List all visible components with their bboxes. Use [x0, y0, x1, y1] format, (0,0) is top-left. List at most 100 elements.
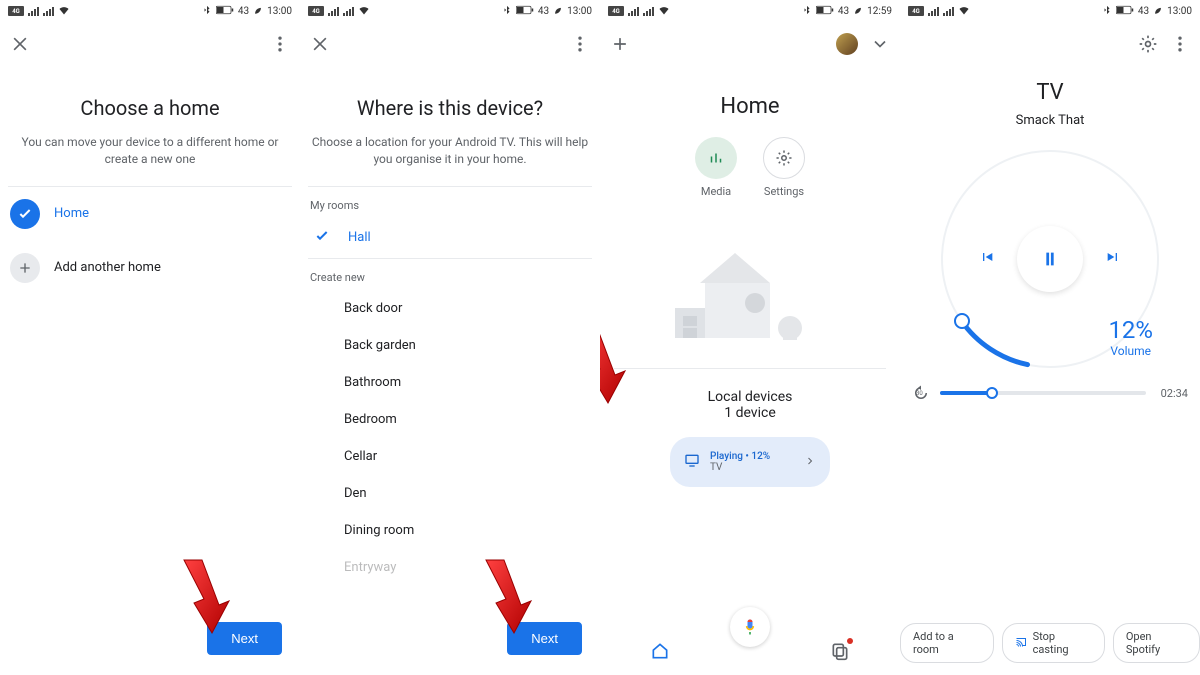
plus-icon: [10, 253, 40, 283]
replay-30-icon[interactable]: 30: [912, 384, 930, 402]
room-option[interactable]: Den: [300, 475, 600, 512]
add-icon[interactable]: [610, 34, 630, 54]
bluetooth-icon: [1102, 5, 1112, 18]
chip-stop-casting[interactable]: Stop casting: [1002, 623, 1105, 663]
add-home-option[interactable]: Add another home: [0, 241, 300, 295]
close-icon[interactable]: [310, 34, 330, 54]
action-chips: Add to a room Stop casting Open Spotify: [900, 623, 1200, 663]
room-option[interactable]: Entryway: [300, 549, 600, 586]
battery-icon: [816, 5, 834, 18]
room-option[interactable]: Bathroom: [300, 364, 600, 401]
battery-icon: [516, 5, 534, 18]
device-line1: Playing • 12%: [710, 451, 794, 462]
chip-label: Add to a room: [913, 630, 981, 656]
seek-row: 30 02:34: [900, 384, 1200, 402]
close-icon[interactable]: [10, 34, 30, 54]
track-title: Smack That: [900, 113, 1200, 128]
device-line2: TV: [710, 462, 794, 473]
screen-choose-home: 4G 43 13:00: [0, 0, 300, 675]
room-option[interactable]: Cellar: [300, 438, 600, 475]
page-title: Where is this device?: [300, 96, 600, 120]
seek-bar[interactable]: [940, 391, 1146, 395]
wifi-icon: [958, 4, 970, 19]
chip-add-room[interactable]: Add to a room: [900, 623, 994, 663]
prev-track-icon[interactable]: [979, 249, 995, 269]
home-option-label: Home: [54, 206, 89, 221]
seek-fill: [940, 391, 992, 395]
check-icon: [314, 228, 334, 248]
media-icon: [695, 137, 737, 179]
room-option[interactable]: Back garden: [300, 327, 600, 364]
clock: 12:59: [867, 6, 892, 17]
clock: 13:00: [267, 6, 292, 17]
volume-knob-icon[interactable]: [954, 313, 970, 329]
media-label: Media: [701, 185, 731, 198]
chip-open-spotify[interactable]: Open Spotify: [1113, 623, 1200, 663]
wifi-icon: [658, 4, 670, 19]
signal-icon: [328, 6, 339, 16]
nav-home-icon[interactable]: [650, 641, 670, 665]
device-card-text: Playing • 12% TV: [710, 451, 794, 473]
home-option-selected[interactable]: Home: [0, 187, 300, 241]
home-shortcuts: Media Settings: [600, 137, 900, 198]
next-button[interactable]: Next: [507, 622, 582, 655]
status-bar: 4G 43 13:00: [300, 0, 600, 22]
settings-label: Settings: [764, 185, 804, 198]
screen-tv-remote: 4G 43 13:00: [900, 0, 1200, 675]
notification-dot-icon: [847, 638, 853, 644]
leaf-icon: [853, 5, 863, 18]
room-option[interactable]: Bedroom: [300, 401, 600, 438]
page-title: Choose a home: [0, 96, 300, 120]
more-icon[interactable]: [1170, 34, 1190, 54]
settings-shortcut[interactable]: Settings: [763, 137, 805, 198]
next-button[interactable]: Next: [207, 622, 282, 655]
replay-secs: 30: [916, 390, 923, 397]
battery-icon: [1116, 5, 1134, 18]
network-badge-icon: 4G: [908, 6, 924, 16]
device-card-tv[interactable]: Playing • 12% TV: [670, 437, 830, 487]
media-shortcut[interactable]: Media: [695, 137, 737, 198]
signal-icon: [628, 6, 639, 16]
house-illustration: [600, 228, 900, 348]
network-badge-icon: 4G: [8, 6, 24, 16]
leaf-icon: [253, 5, 263, 18]
app-bar: [900, 22, 1200, 66]
chevron-right-icon: [804, 455, 816, 470]
chip-label: Stop casting: [1033, 630, 1092, 656]
network-badge-icon: 4G: [608, 6, 624, 16]
avatar[interactable]: [836, 33, 858, 55]
room-option[interactable]: Dining room: [300, 512, 600, 549]
chevron-down-icon[interactable]: [870, 34, 890, 54]
cast-icon: [1015, 636, 1027, 651]
signal-icon: [28, 6, 39, 16]
nav-activity-icon[interactable]: [830, 641, 850, 665]
volume-dial[interactable]: 12% Volume: [935, 144, 1165, 374]
room-hall-selected[interactable]: Hall: [300, 218, 600, 258]
chip-label: Open Spotify: [1126, 630, 1187, 656]
device-title: TV: [900, 80, 1200, 105]
bluetooth-icon: [502, 5, 512, 18]
volume-pct: 12%: [1108, 316, 1153, 344]
clock: 13:00: [567, 6, 592, 17]
room-option[interactable]: Back door: [300, 290, 600, 327]
signal-icon-2: [343, 6, 354, 16]
room-label: Hall: [348, 230, 371, 245]
content: Choose a home You can move your device t…: [0, 66, 300, 675]
leaf-icon: [553, 5, 563, 18]
my-rooms-header: My rooms: [300, 187, 600, 218]
bluetooth-icon: [202, 5, 212, 18]
seek-thumb[interactable]: [986, 387, 998, 399]
network-badge-icon: 4G: [308, 6, 324, 16]
check-icon: [10, 199, 40, 229]
clock: 13:00: [1167, 6, 1192, 17]
mic-button[interactable]: [730, 607, 770, 647]
pause-button[interactable]: [1017, 226, 1083, 292]
battery-pct: 43: [538, 6, 549, 17]
home-title: Home: [600, 94, 900, 119]
volume-word: Volume: [1108, 344, 1153, 358]
more-icon[interactable]: [570, 34, 590, 54]
next-track-icon[interactable]: [1105, 249, 1121, 269]
gear-icon: [763, 137, 805, 179]
more-icon[interactable]: [270, 34, 290, 54]
gear-icon[interactable]: [1138, 34, 1158, 54]
